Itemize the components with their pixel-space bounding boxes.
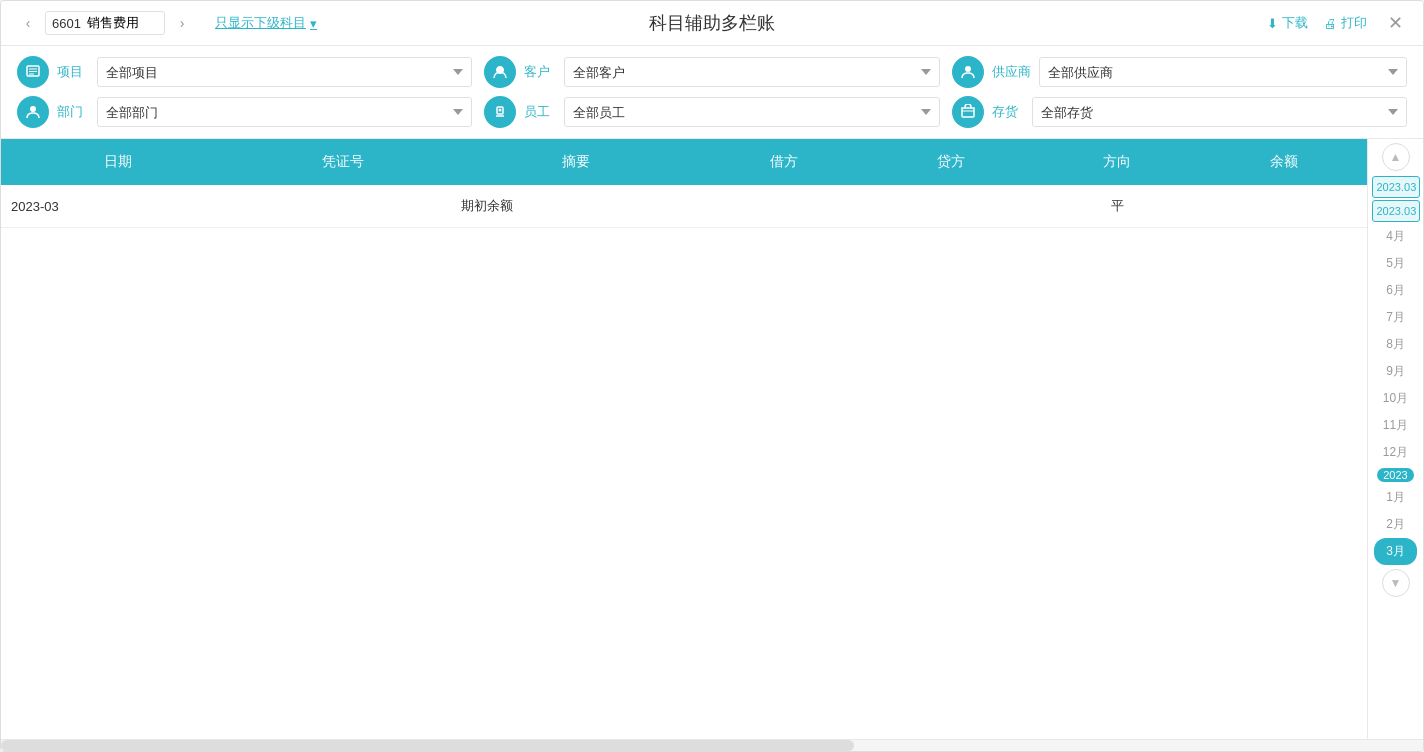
- filter-inventory: 存货 全部存货: [952, 96, 1407, 128]
- page-title: 科目辅助多栏账: [649, 11, 775, 35]
- timeline-period-1[interactable]: 2023.03: [1372, 176, 1420, 198]
- cell-credit: [867, 185, 1034, 228]
- department-label: 部门: [57, 103, 89, 121]
- prev-account-button[interactable]: ‹: [17, 12, 39, 34]
- timeline-down-button[interactable]: ▼: [1382, 569, 1410, 597]
- timeline-month-6[interactable]: 6月: [1368, 277, 1423, 304]
- table-area[interactable]: 日期 凭证号 摘要 借方 贷方 方向 余额 2023-03 期初余额: [1, 139, 1367, 739]
- customer-label: 客户: [524, 63, 556, 81]
- customer-select[interactable]: 全部客户: [564, 57, 939, 87]
- top-bar-left: ‹ 6601 销售费用 › 只显示下级科目 ▾: [17, 11, 317, 35]
- timeline-month-2[interactable]: 2月: [1368, 511, 1423, 538]
- employee-label: 员工: [524, 103, 556, 121]
- col-balance: 余额: [1200, 139, 1367, 185]
- down-arrow-icon: ▼: [1390, 576, 1402, 590]
- department-select[interactable]: 全部部门: [97, 97, 472, 127]
- inventory-icon: [952, 96, 984, 128]
- timeline-year-badge: 2023: [1377, 468, 1413, 482]
- cell-summary: 期初余额: [451, 185, 701, 228]
- col-direction: 方向: [1034, 139, 1201, 185]
- account-code-box: 6601 销售费用: [45, 11, 165, 35]
- timeline-up-button[interactable]: ▲: [1382, 143, 1410, 171]
- download-label: 下载: [1282, 14, 1308, 32]
- cell-balance: [1200, 185, 1367, 228]
- account-code: 6601: [52, 16, 81, 31]
- horizontal-scrollbar[interactable]: [1, 739, 1423, 751]
- supplier-select[interactable]: 全部供应商: [1039, 57, 1407, 87]
- timeline-month-10[interactable]: 10月: [1368, 385, 1423, 412]
- project-icon: [17, 56, 49, 88]
- filter-employee: 员工 全部员工: [484, 96, 939, 128]
- account-name: 销售费用: [87, 14, 139, 32]
- show-sub-label: 只显示下级科目: [215, 14, 306, 32]
- project-select[interactable]: 全部项目: [97, 57, 472, 87]
- filter-area: 项目 全部项目 客户 全部客户: [1, 46, 1423, 139]
- supplier-label: 供应商: [992, 63, 1031, 81]
- department-icon: [17, 96, 49, 128]
- cell-debit: [701, 185, 868, 228]
- timeline-period-2[interactable]: 2023.03: [1372, 200, 1420, 222]
- project-label: 项目: [57, 63, 89, 81]
- next-account-button[interactable]: ›: [171, 12, 193, 34]
- supplier-icon: [952, 56, 984, 88]
- main-content: 日期 凭证号 摘要 借方 贷方 方向 余额 2023-03 期初余额: [1, 139, 1423, 739]
- top-bar-right: ⬇ 下载 🖨 打印 ✕: [1267, 11, 1407, 35]
- table-row: 2023-03 期初余额 平: [1, 185, 1367, 228]
- col-debit: 借方: [701, 139, 868, 185]
- table-header-row: 日期 凭证号 摘要 借方 贷方 方向 余额: [1, 139, 1367, 185]
- timeline-month-4[interactable]: 4月: [1368, 223, 1423, 250]
- print-icon: 🖨: [1324, 16, 1337, 31]
- close-button[interactable]: ✕: [1383, 11, 1407, 35]
- chevron-down-icon: ▾: [310, 16, 317, 31]
- timeline-month-5[interactable]: 5月: [1368, 250, 1423, 277]
- print-button[interactable]: 🖨 打印: [1324, 14, 1367, 32]
- cell-date: 2023-03: [1, 185, 236, 228]
- download-button[interactable]: ⬇ 下载: [1267, 14, 1308, 32]
- filter-department: 部门 全部部门: [17, 96, 472, 128]
- main-window: ‹ 6601 销售费用 › 只显示下级科目 ▾ 科目辅助多栏账 ⬇ 下载 🖨 打…: [0, 0, 1424, 752]
- inventory-select[interactable]: 全部存货: [1032, 97, 1407, 127]
- col-date: 日期: [1, 139, 236, 185]
- cell-voucher: [236, 185, 451, 228]
- timeline-sidebar: ▲ 2023.03 2023.03 4月 5月 6月 7月 8月 9月 10月 …: [1367, 139, 1423, 739]
- filter-project: 项目 全部项目: [17, 56, 472, 88]
- show-sub-dropdown[interactable]: 只显示下级科目 ▾: [215, 14, 317, 32]
- customer-icon: [484, 56, 516, 88]
- employee-select[interactable]: 全部员工: [564, 97, 939, 127]
- timeline-month-3-active[interactable]: 3月: [1374, 538, 1417, 565]
- data-table: 日期 凭证号 摘要 借方 贷方 方向 余额 2023-03 期初余额: [1, 139, 1367, 228]
- col-voucher: 凭证号: [236, 139, 451, 185]
- svg-point-7: [499, 109, 502, 112]
- top-bar: ‹ 6601 销售费用 › 只显示下级科目 ▾ 科目辅助多栏账 ⬇ 下载 🖨 打…: [1, 1, 1423, 46]
- download-icon: ⬇: [1267, 16, 1278, 31]
- timeline-month-9[interactable]: 9月: [1368, 358, 1423, 385]
- svg-point-5: [30, 106, 36, 112]
- col-credit: 贷方: [867, 139, 1034, 185]
- up-arrow-icon: ▲: [1390, 150, 1402, 164]
- timeline-month-7[interactable]: 7月: [1368, 304, 1423, 331]
- timeline-month-1[interactable]: 1月: [1368, 484, 1423, 511]
- cell-direction: 平: [1034, 185, 1201, 228]
- employee-icon: [484, 96, 516, 128]
- col-summary: 摘要: [451, 139, 701, 185]
- filter-customer: 客户 全部客户: [484, 56, 939, 88]
- timeline-month-12[interactable]: 12月: [1368, 439, 1423, 466]
- timeline-month-11[interactable]: 11月: [1368, 412, 1423, 439]
- filter-supplier: 供应商 全部供应商: [952, 56, 1407, 88]
- inventory-label: 存货: [992, 103, 1024, 121]
- svg-point-4: [965, 66, 971, 72]
- print-label: 打印: [1341, 14, 1367, 32]
- timeline-month-8[interactable]: 8月: [1368, 331, 1423, 358]
